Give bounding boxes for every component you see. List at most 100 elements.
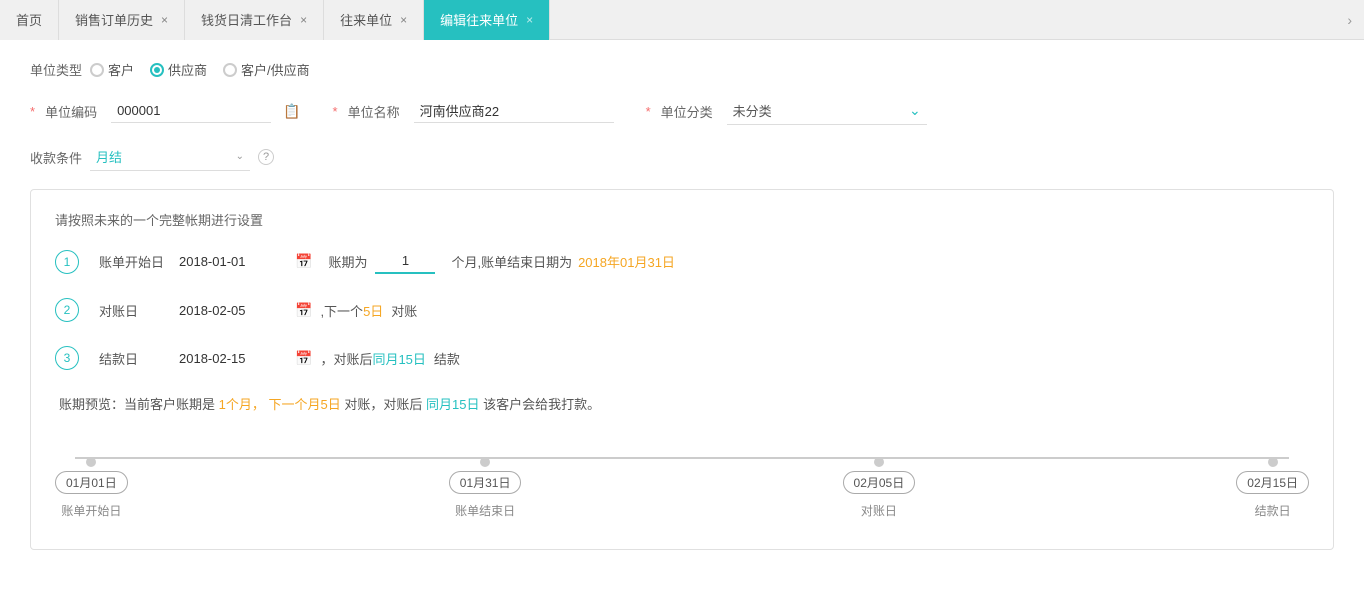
preview-end: 该客户会给我打款。 — [483, 397, 600, 412]
tab-partner[interactable]: 往来单位 × — [324, 0, 424, 40]
timeline-label-2: 对账日 — [861, 502, 897, 519]
tab-edit-partner[interactable]: 编辑往来单位 × — [424, 0, 550, 40]
unit-type-label: 单位类型 — [30, 60, 82, 79]
tab-home-label: 首页 — [16, 10, 42, 29]
unit-code-group: * 单位编码 📋 — [30, 99, 301, 123]
step-3-calendar[interactable]: 📅 — [295, 350, 312, 367]
unit-code-icon[interactable]: 📋 — [283, 103, 300, 120]
radio-supplier-circle — [150, 63, 164, 77]
section-box: 请按照未来的一个完整帐期进行设置 1 账单开始日 2018-01-01 📅 账期… — [30, 189, 1334, 550]
unit-name-input[interactable] — [414, 99, 614, 123]
section-title: 请按照未来的一个完整帐期进行设置 — [55, 210, 1309, 229]
radio-supplier-label: 供应商 — [168, 60, 207, 79]
step-2-num: 2 — [55, 298, 79, 322]
step-1-row: 1 账单开始日 2018-01-01 📅 账期为 个月,账单结束日期为 2018… — [55, 249, 1309, 274]
preview-part2: 下一个月5日 — [269, 397, 341, 412]
tab-edit-partner-label: 编辑往来单位 — [440, 10, 518, 29]
timeline-point-0: 01月01日 账单开始日 — [55, 457, 128, 519]
timeline-date-0: 01月01日 — [55, 471, 128, 494]
radio-group: 客户 供应商 客户/供应商 — [90, 60, 310, 79]
step-3-desc-suffix: 结款 — [434, 349, 460, 368]
unit-code-input[interactable] — [111, 99, 271, 123]
tab-cash-work-close[interactable]: × — [300, 13, 307, 27]
step-2-date: 2018-02-05 — [179, 303, 289, 318]
step-3-desc-prefix: ，对账后 — [320, 349, 372, 368]
step-3-label: 结款日 — [99, 349, 179, 368]
payment-dropdown-arrow: ⌄ — [236, 151, 244, 162]
radio-supplier[interactable]: 供应商 — [150, 60, 207, 79]
timeline-dot-3 — [1268, 457, 1278, 467]
unit-category-arrow: ⌄ — [909, 102, 921, 119]
payment-label: 收款条件 — [30, 148, 82, 167]
timeline-dot-0 — [86, 457, 96, 467]
timeline-label-3: 结款日 — [1255, 502, 1291, 519]
unit-category-star: * — [646, 104, 651, 119]
main-content: 单位类型 客户 供应商 客户/供应商 * 单位编码 📋 * 单位名称 — [0, 40, 1364, 608]
unit-type-row: 单位类型 客户 供应商 客户/供应商 — [30, 60, 1334, 79]
step-1-calendar[interactable]: 📅 — [295, 253, 312, 270]
tab-partner-label: 往来单位 — [340, 10, 392, 29]
step-3-highlight: 同月15日 — [372, 349, 425, 368]
timeline-points: 01月01日 账单开始日 01月31日 账单结束日 02月05日 对账日 02月… — [55, 457, 1309, 519]
step-1-label: 账单开始日 — [99, 252, 179, 271]
step-2-label: 对账日 — [99, 301, 179, 320]
tab-expand-icon[interactable]: › — [1335, 12, 1364, 28]
step-3-row: 3 结款日 2018-02-15 📅 ，对账后 同月15日 结款 — [55, 346, 1309, 370]
payment-help-icon[interactable]: ? — [258, 149, 274, 165]
unit-category-label: 单位分类 — [661, 102, 713, 121]
payment-row: 收款条件 月结 ⌄ ? — [30, 143, 1334, 171]
unit-code-label: 单位编码 — [45, 102, 97, 121]
unit-code-star: * — [30, 104, 35, 119]
preview-label: 账期预览：当前客户账期是 — [59, 397, 215, 412]
unit-info-row: * 单位编码 📋 * 单位名称 * 单位分类 未分类 ⌄ — [30, 97, 1334, 125]
tab-bar: 首页 销售订单历史 × 钱货日清工作台 × 往来单位 × 编辑往来单位 × › — [0, 0, 1364, 40]
step-2-highlight: 5日 — [363, 301, 383, 320]
preview-part1: 1个月， — [219, 397, 265, 412]
step-1-period-unit: 个月,账单结束日期为 — [451, 252, 572, 271]
payment-dropdown[interactable]: 月结 ⌄ — [90, 143, 250, 171]
radio-both-label: 客户/供应商 — [241, 60, 310, 79]
step-1-num: 1 — [55, 250, 79, 274]
unit-category-value: 未分类 — [733, 101, 901, 120]
tab-sales-history-label: 销售订单历史 — [75, 10, 153, 29]
unit-name-star: * — [333, 104, 338, 119]
tab-cash-work[interactable]: 钱货日清工作台 × — [185, 0, 324, 40]
preview-mid: 对账，对账后 — [344, 397, 422, 412]
step-2-desc-prefix: ,下一个 — [320, 301, 363, 320]
step-3-num: 3 — [55, 346, 79, 370]
radio-customer-circle — [90, 63, 104, 77]
tab-sales-history[interactable]: 销售订单历史 × — [59, 0, 185, 40]
timeline: 01月01日 账单开始日 01月31日 账单结束日 02月05日 对账日 02月… — [55, 437, 1309, 529]
timeline-point-1: 01月31日 账单结束日 — [449, 457, 522, 519]
preview-part3: 同月15日 — [426, 397, 479, 412]
radio-both[interactable]: 客户/供应商 — [223, 60, 310, 79]
tab-edit-partner-close[interactable]: × — [526, 13, 533, 27]
timeline-date-3: 02月15日 — [1236, 471, 1309, 494]
payment-value: 月结 — [96, 147, 228, 166]
timeline-point-3: 02月15日 结款日 — [1236, 457, 1309, 519]
tab-sales-history-close[interactable]: × — [161, 13, 168, 27]
step-1-period-end: 2018年01月31日 — [578, 252, 675, 271]
timeline-point-2: 02月05日 对账日 — [843, 457, 916, 519]
step-3-date: 2018-02-15 — [179, 351, 289, 366]
radio-customer[interactable]: 客户 — [90, 60, 134, 79]
step-2-row: 2 对账日 2018-02-05 📅 ,下一个 5日 对账 — [55, 298, 1309, 322]
tab-cash-work-label: 钱货日清工作台 — [201, 10, 292, 29]
preview-text: 账期预览：当前客户账期是 1个月， 下一个月5日 对账，对账后 同月15日 该客… — [55, 394, 1309, 413]
tab-partner-close[interactable]: × — [400, 13, 407, 27]
radio-both-circle — [223, 63, 237, 77]
step-1-date: 2018-01-01 — [179, 254, 289, 269]
timeline-label-1: 账单结束日 — [455, 502, 515, 519]
timeline-date-1: 01月31日 — [449, 471, 522, 494]
unit-name-label: 单位名称 — [348, 102, 400, 121]
unit-name-group: * 单位名称 — [333, 99, 614, 123]
unit-category-group: * 单位分类 未分类 ⌄ — [646, 97, 927, 125]
timeline-label-0: 账单开始日 — [61, 502, 121, 519]
step-2-desc-suffix: 对账 — [391, 301, 417, 320]
timeline-date-2: 02月05日 — [843, 471, 916, 494]
unit-category-dropdown[interactable]: 未分类 ⌄ — [727, 97, 927, 125]
tab-home[interactable]: 首页 — [0, 0, 59, 40]
timeline-dot-1 — [480, 457, 490, 467]
step-2-calendar[interactable]: 📅 — [295, 302, 312, 319]
step-1-period-input[interactable] — [375, 249, 435, 274]
